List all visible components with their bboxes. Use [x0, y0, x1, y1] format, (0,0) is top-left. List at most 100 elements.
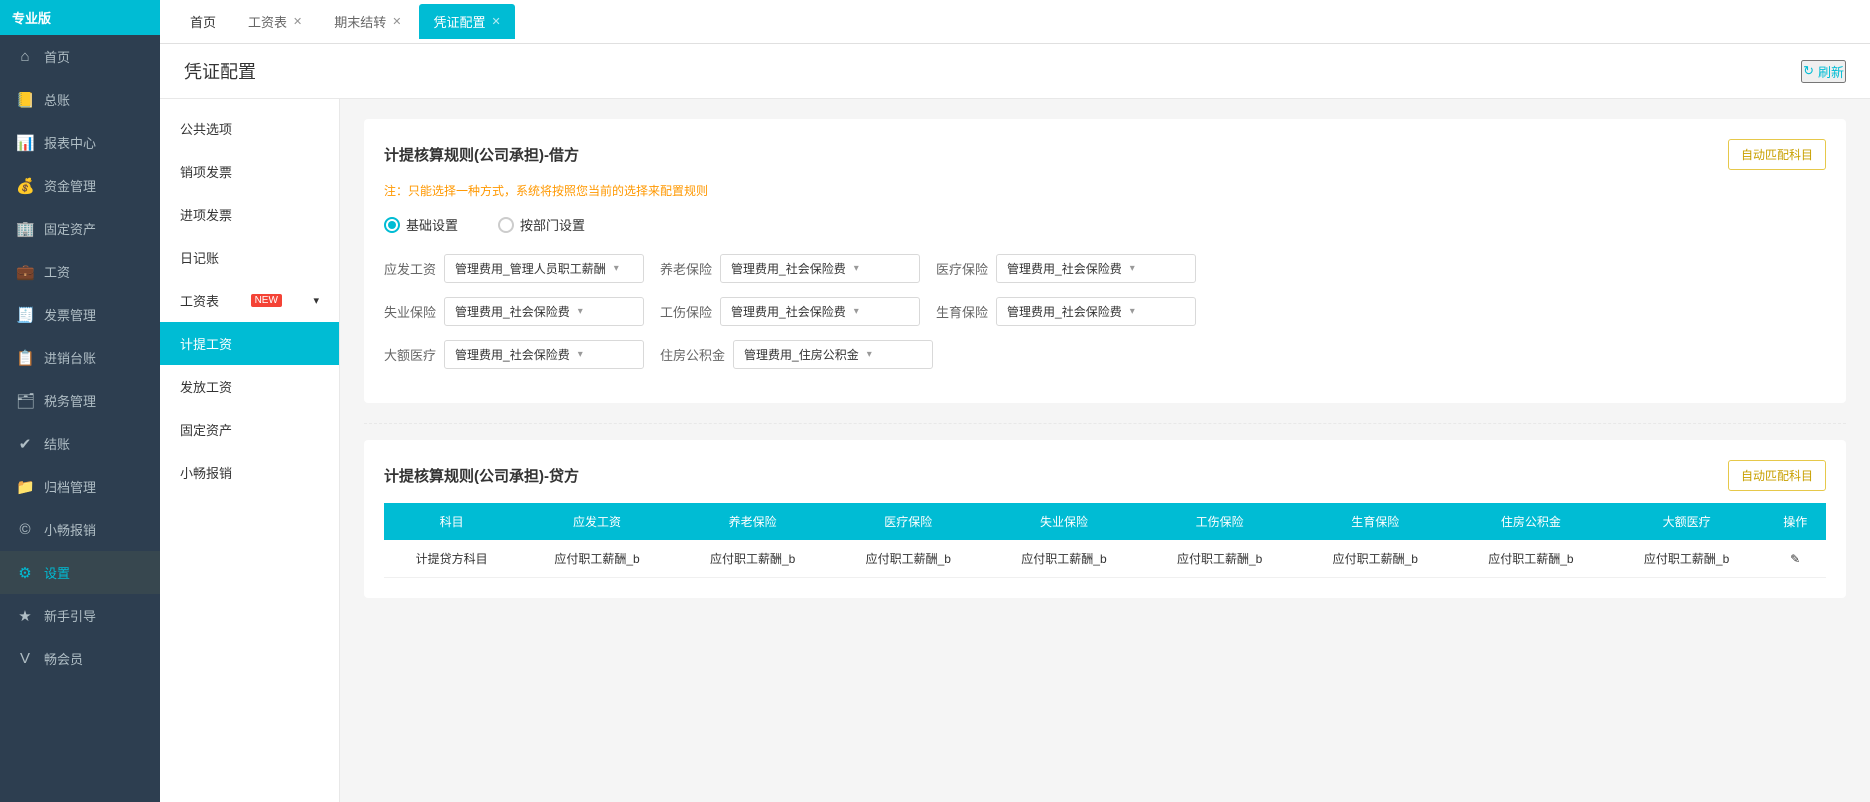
form-label-1-2: 生育保险	[936, 302, 988, 321]
tab-close-period-close[interactable]: ✕	[392, 15, 401, 28]
sidebar-label-fixed-assets: 固定资产	[44, 219, 96, 238]
fixed-assets-icon: 🏢	[16, 220, 34, 238]
form-select-value-2-1: 管理费用_住房公积金	[744, 346, 859, 363]
form-select-0-0[interactable]: 管理费用_管理人员职工薪酬 ▾	[444, 254, 644, 283]
form-row-0: 应发工资 管理费用_管理人员职工薪酬 ▾ 养老保险 管理费用_社会保险费 ▾ 医…	[384, 254, 1826, 283]
form-item-2-1: 住房公积金 管理费用_住房公积金 ▾	[660, 340, 933, 369]
td-0-2: 应付职工薪酬_b	[675, 540, 831, 578]
radio-label-basic: 基础设置	[406, 215, 458, 234]
sidebar-item-invoice-mgmt[interactable]: 🧾发票管理	[0, 293, 160, 336]
td-0-4: 应付职工薪酬_b	[986, 540, 1142, 578]
tab-close-voucher-config[interactable]: ✕	[492, 15, 501, 28]
form-label-2-1: 住房公积金	[660, 345, 725, 364]
sidebar-label-funds: 资金管理	[44, 176, 96, 195]
sidebar-label-tax-mgmt: 税务管理	[44, 391, 96, 410]
left-nav-item-distribute-salary[interactable]: 发放工资	[160, 365, 339, 408]
th-5: 工伤保险	[1142, 503, 1298, 540]
left-nav-item-purchase-invoice[interactable]: 进项发票	[160, 193, 339, 236]
radio-circle-dept	[498, 217, 514, 233]
form-item-1-0: 失业保险 管理费用_社会保险费 ▾	[384, 297, 644, 326]
sidebar-item-sales-ledger[interactable]: 📋进销台账	[0, 336, 160, 379]
sidebar-item-tax-mgmt[interactable]: 🗂 税务管理	[0, 379, 160, 422]
form-item-0-1: 养老保险 管理费用_社会保险费 ▾	[660, 254, 920, 283]
tab-voucher-config[interactable]: 凭证配置 ✕	[419, 4, 514, 39]
th-3: 医疗保险	[830, 503, 986, 540]
debit-auto-match-button[interactable]: 自动匹配科目	[1728, 139, 1826, 170]
radio-dept[interactable]: 按部门设置	[498, 215, 585, 234]
left-nav-item-journal[interactable]: 日记账	[160, 236, 339, 279]
radio-basic[interactable]: 基础设置	[384, 215, 458, 234]
sidebar: 专业版 ⌂首页📒总账📊报表中心💰资金管理 🏢 固定资产 💼工资🧾发票管理📋进销台账 🗂 税…	[0, 0, 160, 802]
form-item-2-0: 大额医疗 管理费用_社会保险费 ▾	[384, 340, 644, 369]
form-select-1-1[interactable]: 管理费用_社会保险费 ▾	[720, 297, 920, 326]
left-nav-item-sales-invoice[interactable]: 销项发票	[160, 150, 339, 193]
form-select-2-0[interactable]: 管理费用_社会保险费 ▾	[444, 340, 644, 369]
td-0-9[interactable]: ✎	[1764, 540, 1826, 578]
credit-section: 计提核算规则(公司承担)-贷方 自动匹配科目 科目应发工资养老保险医疗保险失业保…	[364, 440, 1846, 598]
radio-circle-basic	[384, 217, 400, 233]
sidebar-item-salary[interactable]: 💼工资	[0, 250, 160, 293]
sidebar-item-ledger[interactable]: 📒总账	[0, 78, 160, 121]
th-0: 科目	[384, 503, 519, 540]
form-select-2-1[interactable]: 管理费用_住房公积金 ▾	[733, 340, 933, 369]
td-0-7: 应付职工薪酬_b	[1453, 540, 1609, 578]
form-select-1-2[interactable]: 管理费用_社会保险费 ▾	[996, 297, 1196, 326]
left-nav-item-calc-salary[interactable]: 计提工资	[160, 322, 339, 365]
tab-period-close[interactable]: 期末结转✕	[320, 4, 415, 39]
sidebar-item-xiaochangReport[interactable]: ©小畅报销	[0, 508, 160, 551]
tab-close-payroll[interactable]: ✕	[293, 15, 302, 28]
left-nav-item-public[interactable]: 公共选项	[160, 107, 339, 150]
form-row-1: 失业保险 管理费用_社会保险费 ▾ 工伤保险 管理费用_社会保险费 ▾ 生育保险…	[384, 297, 1826, 326]
tab-home[interactable]: 首页	[176, 4, 230, 39]
sidebar-item-fixed-assets[interactable]: 🏢 固定资产	[0, 207, 160, 250]
select-arrow-0-1: ▾	[854, 263, 859, 274]
home-icon: ⌂	[16, 48, 34, 65]
left-nav-label-distribute-salary: 发放工资	[180, 377, 232, 396]
sidebar-item-funds[interactable]: 💰资金管理	[0, 164, 160, 207]
debit-section-header: 计提核算规则(公司承担)-借方 自动匹配科目	[384, 139, 1826, 170]
form-select-0-2[interactable]: 管理费用_社会保险费 ▾	[996, 254, 1196, 283]
th-6: 生育保险	[1297, 503, 1453, 540]
form-select-value-0-1: 管理费用_社会保险费	[731, 260, 846, 277]
form-label-2-0: 大额医疗	[384, 345, 436, 364]
sidebar-item-guide[interactable]: ★ 新手引导	[0, 594, 160, 637]
select-arrow-0-0: ▾	[614, 263, 619, 274]
sidebar-item-reports[interactable]: 📊报表中心	[0, 121, 160, 164]
sidebar-item-archive[interactable]: 📁归档管理	[0, 465, 160, 508]
form-item-0-0: 应发工资 管理费用_管理人员职工薪酬 ▾	[384, 254, 644, 283]
td-0-5: 应付职工薪酬_b	[1142, 540, 1298, 578]
sidebar-item-closing[interactable]: ✔结账	[0, 422, 160, 465]
form-select-0-1[interactable]: 管理费用_社会保险费 ▾	[720, 254, 920, 283]
select-arrow-2-0: ▾	[578, 349, 583, 360]
sidebar-item-member[interactable]: V畅会员	[0, 637, 160, 680]
form-label-0-0: 应发工资	[384, 259, 436, 278]
tab-payroll[interactable]: 工资表 ✕	[234, 4, 316, 39]
sidebar-label-member: 畅会员	[44, 649, 83, 668]
left-nav-label-payroll-table: 工资表	[180, 291, 219, 310]
tab-label-payroll: 工资表	[248, 12, 287, 31]
left-nav-label-public: 公共选项	[180, 119, 232, 138]
left-nav-item-payroll-table[interactable]: 工资表NEW▾	[160, 279, 339, 322]
left-nav-item-expense[interactable]: 小畅报销	[160, 451, 339, 494]
refresh-button[interactable]: ↻ 刷新	[1801, 60, 1846, 83]
sidebar-label-guide: 新手引导	[44, 606, 96, 625]
app-edition: 专业版	[0, 0, 160, 35]
tab-label-voucher-config: 凭证配置	[433, 12, 485, 31]
guide-icon: ★	[16, 607, 34, 625]
form-select-1-0[interactable]: 管理费用_社会保险费 ▾	[444, 297, 644, 326]
form-item-0-2: 医疗保险 管理费用_社会保险费 ▾	[936, 254, 1196, 283]
debit-section: 计提核算规则(公司承担)-借方 自动匹配科目 注：只能选择一种方式，系统将按照您…	[364, 119, 1846, 403]
td-0-1: 应付职工薪酬_b	[519, 540, 675, 578]
tax-mgmt-icon: 🗂	[16, 392, 34, 410]
credit-auto-match-button[interactable]: 自动匹配科目	[1728, 460, 1826, 491]
debit-section-title: 计提核算规则(公司承担)-借方	[384, 144, 579, 165]
credit-table: 科目应发工资养老保险医疗保险失业保险工伤保险生育保险住房公积金大额医疗操作计提贷…	[384, 503, 1826, 578]
td-0-6: 应付职工薪酬_b	[1297, 540, 1453, 578]
th-4: 失业保险	[986, 503, 1142, 540]
select-arrow-2-1: ▾	[867, 349, 872, 360]
sales-ledger-icon: 📋	[16, 349, 34, 367]
left-nav-item-fixed-assets-nav[interactable]: 固定资产	[160, 408, 339, 451]
reports-icon: 📊	[16, 134, 34, 152]
sidebar-item-settings[interactable]: ⚙设置	[0, 551, 160, 594]
sidebar-item-home[interactable]: ⌂首页	[0, 35, 160, 78]
